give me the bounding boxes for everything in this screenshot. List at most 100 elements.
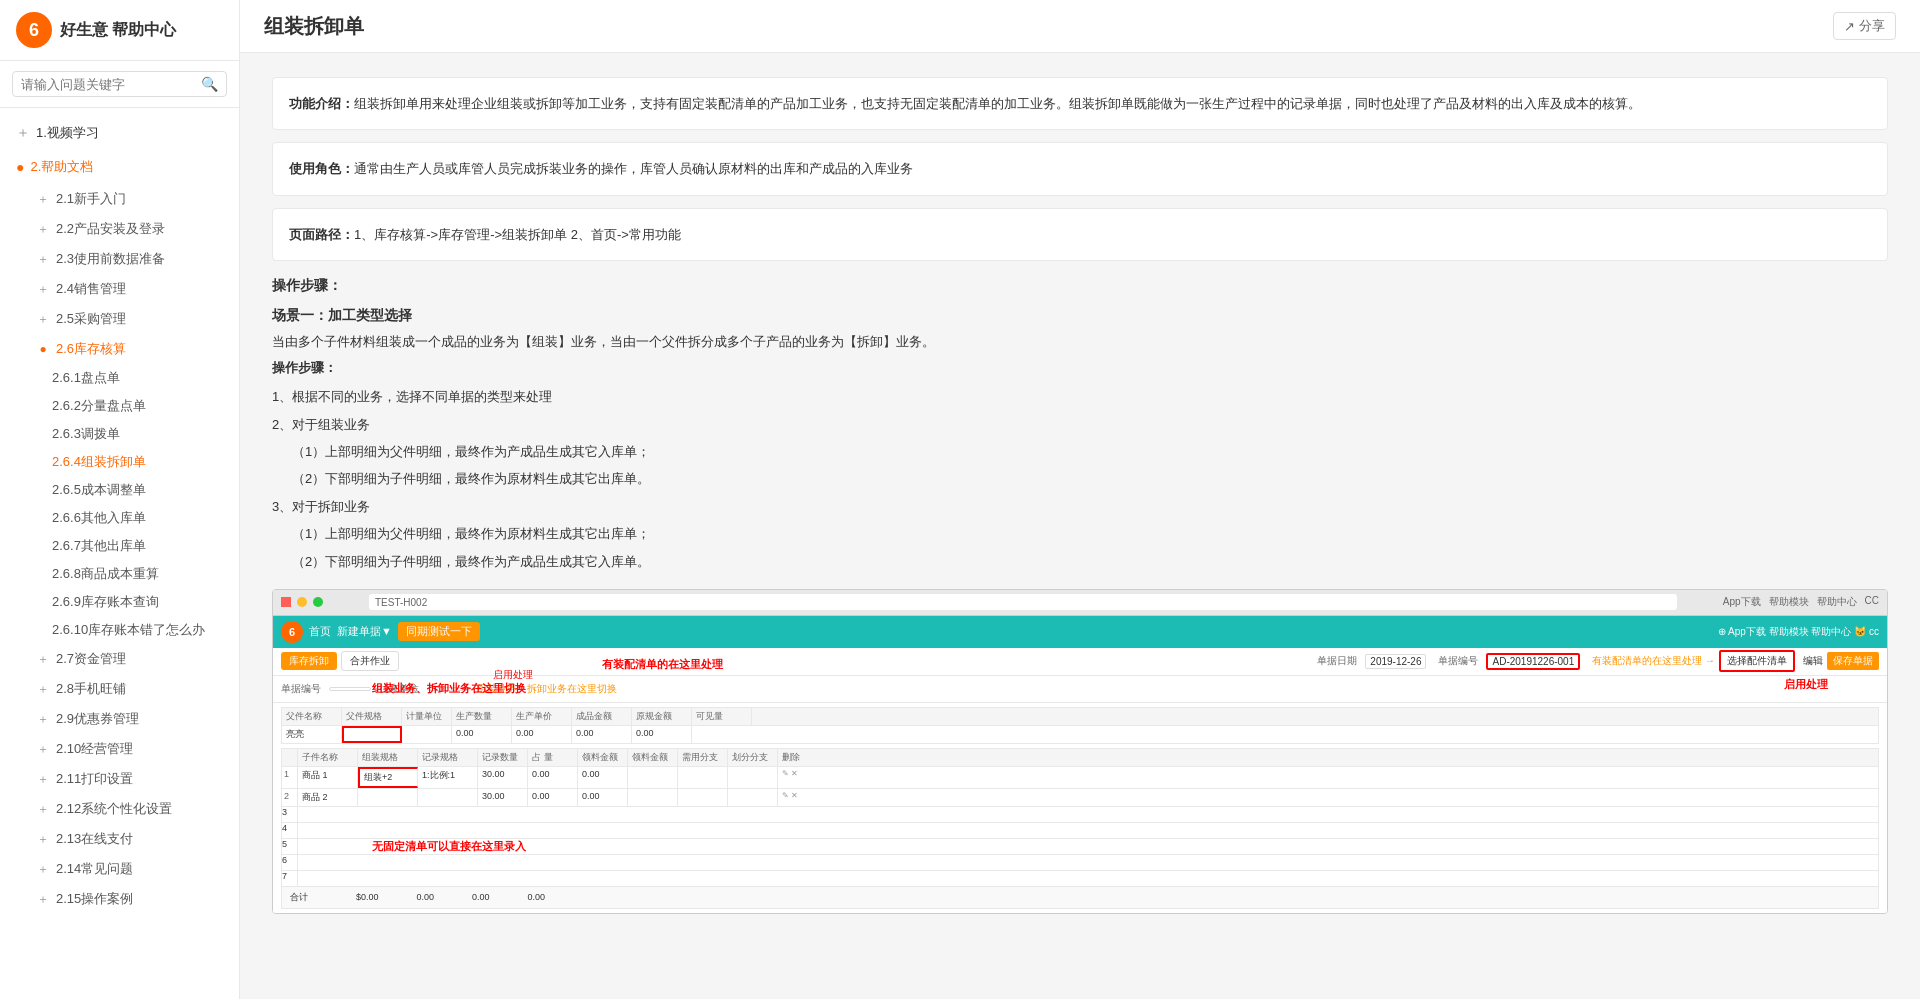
- sidebar-item-2-6-7[interactable]: 2.6.7其他出库单: [36, 532, 239, 560]
- sidebar-item-2-6-8[interactable]: 2.6.8商品成本重算: [36, 560, 239, 588]
- sidebar-item-2-5[interactable]: ＋ 2.5采购管理: [20, 304, 239, 334]
- search-icon[interactable]: 🔍: [201, 76, 218, 92]
- sidebar-item-2-6-4[interactable]: 2.6.4组装拆卸单: [36, 448, 239, 476]
- sidebar-item-2-4[interactable]: ＋ 2.4销售管理: [20, 274, 239, 304]
- search-input-wrap[interactable]: 🔍: [12, 71, 227, 97]
- sidebar: 6 好生意 帮助中心 🔍 ＋ 1.视频学习 ● 2.帮助文档 ＋: [0, 0, 240, 999]
- logo-text: 好生意 帮助中心: [60, 20, 176, 41]
- sidebar-item-2-8[interactable]: ＋ 2.8手机旺铺: [20, 674, 239, 704]
- minus-icon-2: ●: [16, 159, 24, 175]
- logo-area: 6 好生意 帮助中心: [0, 0, 239, 61]
- form-row: 启用处理 单据编号 往来单位 组装业务、拆卸业务在这里切换: [273, 676, 1887, 703]
- sidebar-item-2-11[interactable]: ＋ 2.11打印设置: [20, 764, 239, 794]
- url-bar: TEST-H002: [369, 594, 1677, 610]
- sub-tab-inactive[interactable]: 合并作业: [341, 651, 399, 671]
- sidebar-item-2-15[interactable]: ＋ 2.15操作案例: [20, 884, 239, 914]
- step-item-1: 2、对于组装业务: [272, 413, 1888, 436]
- select-bom-btn[interactable]: 选择配件清单: [1719, 650, 1795, 672]
- sub-tab-active[interactable]: 库存拆卸: [281, 652, 337, 670]
- step-sub-item-2-2: （2）下部明细为子件明细，最终作为原材料生成其它出库单。: [292, 467, 1888, 490]
- sidebar-item-label-1: 1.视频学习: [36, 124, 99, 142]
- minimize-icon: [297, 597, 307, 607]
- step-sub-list-3: （1）上部明细为父件明细，最终作为原材料生成其它出库单； （2）下部明细为子件明…: [292, 522, 1888, 573]
- close-icon: [281, 597, 291, 607]
- sidebar-item-2-12[interactable]: ＋ 2.12系统个性化设置: [20, 794, 239, 824]
- sub-th-need-branch: 需用分支: [678, 749, 728, 766]
- sidebar-item-video[interactable]: ＋ 1.视频学习: [0, 116, 239, 150]
- sidebar-item-2-6-9[interactable]: 2.6.9库存账本查询: [36, 588, 239, 616]
- plus-icon-2-2: ＋: [36, 222, 50, 236]
- sidebar-item-2-10[interactable]: ＋ 2.10经营管理: [20, 734, 239, 764]
- sidebar-item-2-3[interactable]: ＋ 2.3使用前数据准备: [20, 244, 239, 274]
- sidebar-item-2-9[interactable]: ＋ 2.9优惠券管理: [20, 704, 239, 734]
- path-box: 页面路径：1、库存核算->库存管理->组装拆卸单 2、首页->常用功能: [272, 208, 1888, 261]
- sidebar-item-2-6-5[interactable]: 2.6.5成本调整单: [36, 476, 239, 504]
- sidebar-item-2-6-10[interactable]: 2.6.10库存账本错了怎么办: [36, 616, 239, 644]
- path-label: 页面路径：: [289, 227, 354, 242]
- nav-section-1: ＋ 1.视频学习: [0, 116, 239, 150]
- sidebar-item-2-13[interactable]: ＋ 2.13在线支付: [20, 824, 239, 854]
- share-button[interactable]: ↗ 分享: [1833, 12, 1896, 40]
- path-text: 1、库存核算->库存管理->组装拆卸单 2、首页->常用功能: [354, 227, 681, 242]
- sidebar-label-2-11: 2.11打印设置: [56, 770, 133, 788]
- plus-icon-2-8: ＋: [36, 682, 50, 696]
- td-parent-spec: [342, 726, 402, 743]
- sidebar-item-2-1[interactable]: ＋ 2.1新手入门: [20, 184, 239, 214]
- help-center-link: 帮助中心: [1817, 595, 1857, 609]
- app-download-link: App下载: [1723, 595, 1761, 609]
- screenshot-container: TEST-H002 App下载 帮助模块 帮助中心 CC 6 首页 新建单据▼: [272, 589, 1888, 914]
- sidebar-label-2-13: 2.13在线支付: [56, 830, 133, 848]
- bill-no-label-mock: 单据编号: [1438, 654, 1478, 668]
- sidebar-item-2-6-6[interactable]: 2.6.6其他入库单: [36, 504, 239, 532]
- sidebar-item-2-7[interactable]: ＋ 2.7资金管理: [20, 644, 239, 674]
- edit-label: 编辑: [1803, 654, 1823, 668]
- sidebar-label-2-1: 2.1新手入门: [56, 190, 126, 208]
- maximize-icon: [313, 597, 323, 607]
- sub-th-occupy: 占 量: [528, 749, 578, 766]
- intro-label: 功能介绍：: [289, 96, 354, 111]
- form-name-input[interactable]: [427, 687, 469, 691]
- scene1-label: 场景一：加工类型选择: [272, 307, 1888, 325]
- step-list: 1、根据不同的业务，选择不同单据的类型来处理 2、对于组装业务 （1）上部明细为…: [272, 385, 1888, 573]
- intro-text: 组装拆卸单用来处理企业组装或拆卸等加工业务，支持有固定装配清单的产品加工业务，也…: [354, 96, 1641, 111]
- plus-icon-2-12: ＋: [36, 802, 50, 816]
- sub-row-2: 2 商品 2 30.00 0.00 0.00: [281, 789, 1879, 807]
- plus-icon-2-1: ＋: [36, 192, 50, 206]
- table-area: 父件名称 父件规格 计量单位 生产数量 生产单价 成品金额 原规金额 可见量: [273, 703, 1887, 913]
- sub-table-wrap: 子件名称 组装规格 记录规格 记录数量 占 量 领料金额 领料金额 需用分支 划…: [281, 748, 1879, 909]
- th-original: 原规金额: [632, 708, 692, 725]
- sidebar-item-2-2[interactable]: ＋ 2.2产品安装及登录: [20, 214, 239, 244]
- td-unit: [402, 726, 452, 743]
- plus-icon-1: ＋: [16, 124, 30, 142]
- footer-original-val: 0.00: [528, 892, 546, 902]
- sub-th-spec1: 组装规格: [358, 749, 418, 766]
- nav-sub-sub-list-2-6: 2.6.1盘点单 2.6.2分量盘点单 2.6.3调拨单 2.6.4组装拆卸单 …: [20, 364, 239, 644]
- form-num-input[interactable]: [329, 687, 371, 691]
- sub-th-del: 删除: [778, 749, 808, 766]
- th-unit: 计量单位: [402, 708, 452, 725]
- sidebar-label-2-7: 2.7资金管理: [56, 650, 126, 668]
- search-input[interactable]: [21, 77, 201, 92]
- sidebar-item-2-6[interactable]: ● 2.6库存核算: [20, 334, 239, 364]
- sub-th-mat-amount: 领料金额: [578, 749, 628, 766]
- sidebar-item-helpdocs[interactable]: ● 2.帮助文档: [0, 150, 239, 184]
- page-title: 组装拆卸单: [264, 13, 364, 40]
- sidebar-label-2-14: 2.14常见问题: [56, 860, 133, 878]
- plus-icon-2-11: ＋: [36, 772, 50, 786]
- app-nav-right: ⊕ App下载 帮助模块 帮助中心 🐱 cc: [1718, 625, 1879, 639]
- plus-icon-2-5: ＋: [36, 312, 50, 326]
- plus-icon-2-13: ＋: [36, 832, 50, 846]
- plus-icon-2-10: ＋: [36, 742, 50, 756]
- date-value: 2019-12-26: [1365, 654, 1426, 669]
- save-btn[interactable]: 保存单据: [1827, 652, 1879, 670]
- sidebar-item-2-6-3[interactable]: 2.6.3调拨单: [36, 420, 239, 448]
- sidebar-item-2-6-1[interactable]: 2.6.1盘点单: [36, 364, 239, 392]
- sidebar-item-2-6-2[interactable]: 2.6.2分量盘点单: [36, 392, 239, 420]
- search-bar: 🔍: [0, 61, 239, 108]
- screenshot: TEST-H002 App下载 帮助模块 帮助中心 CC 6 首页 新建单据▼: [272, 589, 1888, 914]
- nav-list: ＋ 1.视频学习 ● 2.帮助文档 ＋ 2.1新手入门 ＋ 2.2产品安装及登录: [0, 108, 239, 922]
- plus-icon-2-3: ＋: [36, 252, 50, 266]
- sub-row-1: 1 商品 1 组装+2 1:比例:1 30.00 0.00 0.00: [281, 767, 1879, 789]
- sidebar-item-2-14[interactable]: ＋ 2.14常见问题: [20, 854, 239, 884]
- sub-th-num: [282, 749, 298, 766]
